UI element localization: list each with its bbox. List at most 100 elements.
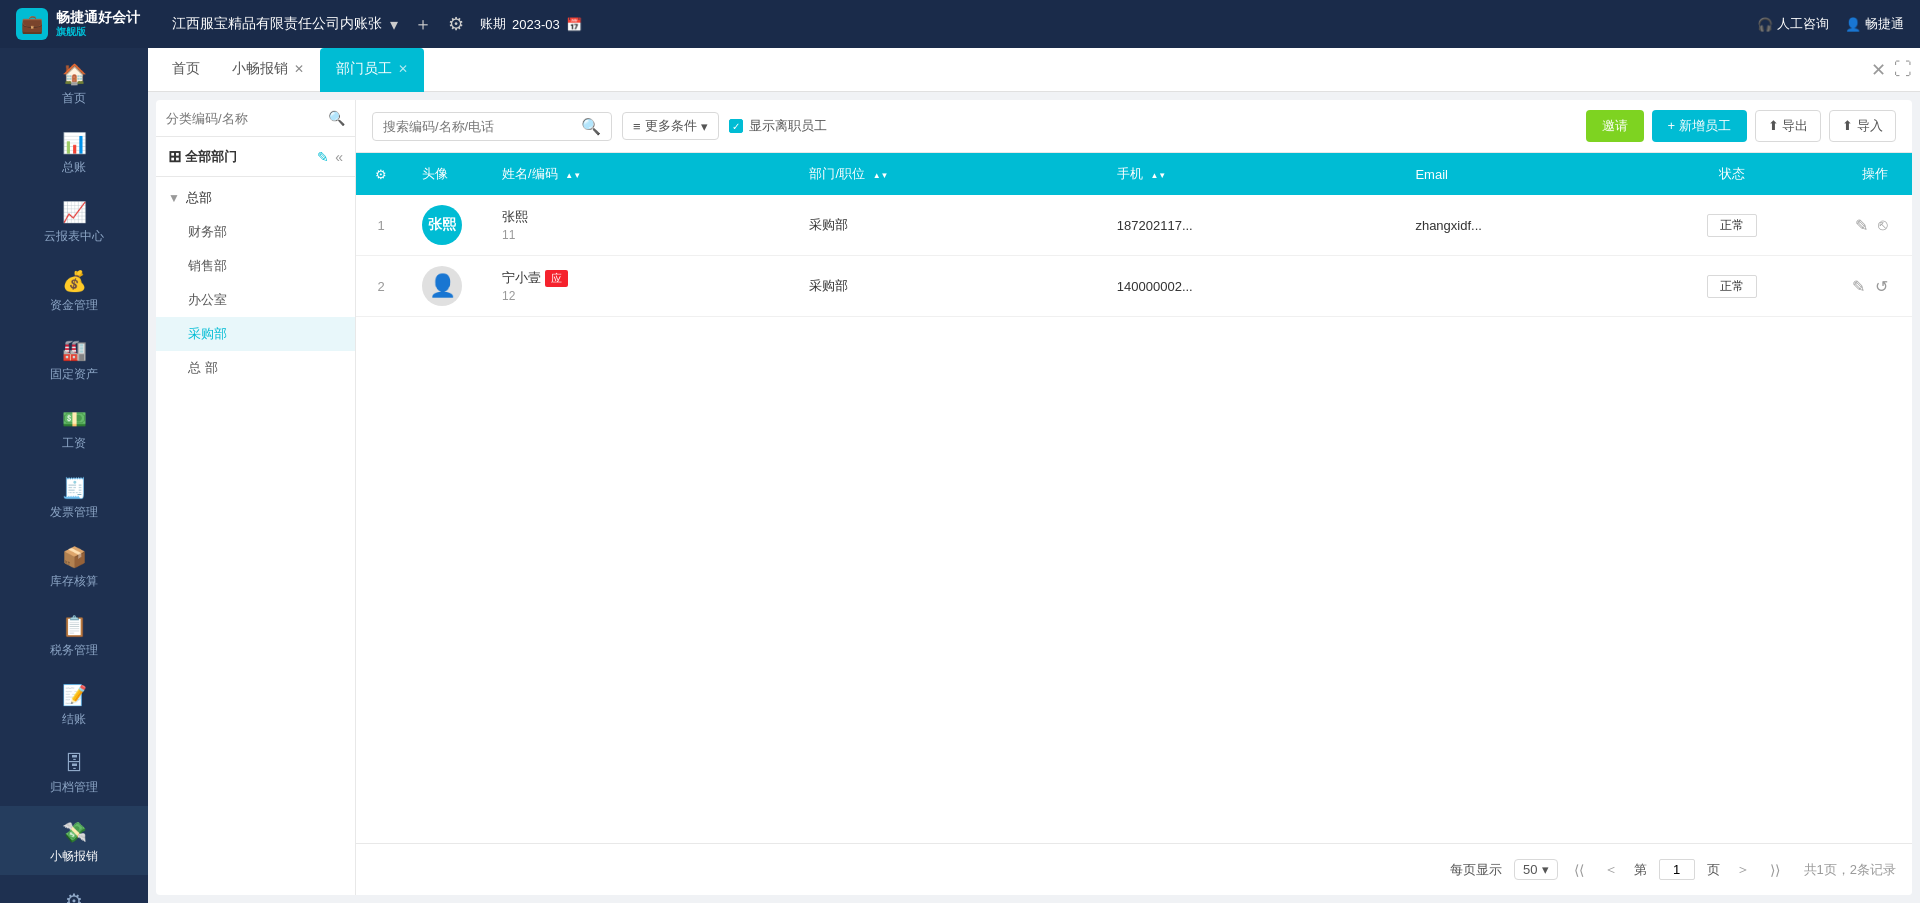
dept-row-finance[interactable]: 财务部 (156, 215, 355, 249)
logo-icon: 💼 (16, 8, 48, 40)
export-button[interactable]: ⬆ 导出 (1755, 110, 1822, 142)
row-status: 正常 (1672, 195, 1792, 256)
page-suffix: 页 (1707, 861, 1720, 879)
dept-edit-icon[interactable]: ✎ (317, 149, 329, 165)
tab-dept-staff-close[interactable]: ✕ (398, 62, 408, 76)
row-phone: 187202117... (1101, 195, 1400, 256)
tab-expense[interactable]: 小畅报销 ✕ (216, 48, 320, 92)
sidebar-item-tax[interactable]: 📋 税务管理 (0, 600, 148, 669)
employee-tag: 应 (545, 270, 568, 287)
sidebar-item-archive[interactable]: 🗄 归档管理 (0, 738, 148, 806)
dept-label-purchase: 采购部 (188, 325, 227, 343)
dept-label-general: 总 部 (188, 359, 218, 377)
table-row: 1张熙张熙11采购部187202117...zhangxidf...正常✎⎋ (356, 195, 1912, 256)
dept-label-sales: 销售部 (188, 257, 227, 275)
user-button[interactable]: 👤 畅捷通 (1845, 15, 1904, 33)
edit-employee-icon[interactable]: ✎ (1852, 277, 1865, 296)
sidebar-label-invoice: 发票管理 (50, 504, 98, 521)
employee-search-input[interactable] (383, 119, 575, 134)
settings-icon[interactable]: ⚙ (448, 13, 464, 35)
avatar: 👤 (422, 266, 462, 306)
company-name: 江西服宝精品有限责任公司内账张 (172, 15, 382, 33)
col-dept-role[interactable]: 部门/职位 ▲▼ (793, 153, 1100, 195)
expense-icon: 💸 (62, 820, 87, 844)
sort-phone-icon: ▲▼ (1150, 172, 1166, 180)
prev-page-button[interactable]: ＜ (1600, 859, 1622, 881)
company-dropdown-icon[interactable]: ▾ (390, 15, 398, 34)
sidebar-label-archive: 归档管理 (50, 779, 98, 796)
filter-label: 更多条件 (645, 117, 697, 135)
next-page-button[interactable]: ＞ (1732, 859, 1754, 881)
sidebar-item-funds[interactable]: 💰 资金管理 (0, 255, 148, 324)
status-badge: 正常 (1707, 214, 1757, 237)
sidebar-item-ledger[interactable]: 📊 总账 (0, 117, 148, 186)
app-title: 畅捷通好会计 (56, 9, 140, 26)
table-head: ⚙ 头像 姓名/编码 ▲▼ 部门/职位 ▲▼ (356, 153, 1912, 195)
edit-employee-icon[interactable]: ✎ (1855, 216, 1868, 235)
dept-row-hq[interactable]: ▼ 总部 (156, 181, 355, 215)
invite-button[interactable]: 邀请 (1586, 110, 1644, 142)
col-name-code[interactable]: 姓名/编码 ▲▼ (486, 153, 793, 195)
funds-icon: 💰 (62, 269, 87, 293)
sidebar-item-salary[interactable]: 💵 工资 (0, 393, 148, 462)
sidebar-item-settings[interactable]: ⚙ 基础设置 (0, 875, 148, 903)
tab-dept-staff[interactable]: 部门员工 ✕ (320, 48, 424, 92)
period-value: 2023-03 (512, 17, 560, 32)
calendar-icon[interactable]: 📅 (566, 17, 582, 32)
col-avatar: 头像 (406, 153, 486, 195)
import-button[interactable]: ⬆ 导入 (1829, 110, 1896, 142)
table-row: 2👤宁小壹应12采购部140000002...正常✎↺ (356, 256, 1912, 317)
status-badge: 正常 (1707, 275, 1757, 298)
dept-row-general[interactable]: 总 部 (156, 351, 355, 385)
sidebar-item-checkout[interactable]: 📝 结账 (0, 669, 148, 738)
sidebar-item-home[interactable]: 🏠 首页 (0, 48, 148, 117)
dept-node-hq: ▼ 总部 财务部 销售部 办公室 采购部 (156, 181, 355, 385)
first-page-button[interactable]: ⟨⟨ (1570, 860, 1588, 880)
sidebar-item-inventory[interactable]: 📦 库存核算 (0, 531, 148, 600)
service-button[interactable]: 🎧 人工咨询 (1757, 15, 1829, 33)
sidebar-label-expense: 小畅报销 (50, 848, 98, 865)
logout-employee-icon[interactable]: ⎋ (1878, 216, 1888, 235)
dept-search-icon[interactable]: 🔍 (328, 110, 345, 126)
per-page-select[interactable]: 50 ▾ (1514, 859, 1557, 880)
employee-toolbar: 🔍 ≡ 更多条件 ▾ ✓ 显示离职员工 邀请 (356, 100, 1912, 153)
dept-all-header: ⊞ 全部部门 ✎ « (156, 137, 355, 177)
dept-row-office[interactable]: 办公室 (156, 283, 355, 317)
add-tab-icon[interactable]: ＋ (414, 12, 432, 36)
sidebar-item-assets[interactable]: 🏭 固定资产 (0, 324, 148, 393)
dept-row-purchase[interactable]: 采购部 (156, 317, 355, 351)
employee-code: 11 (502, 228, 777, 242)
tab-home[interactable]: 首页 (156, 48, 216, 92)
row-avatar: 👤 (406, 256, 486, 317)
employee-table: ⚙ 头像 姓名/编码 ▲▼ 部门/职位 ▲▼ (356, 153, 1912, 843)
tab-expand-icon[interactable]: ⛶ (1894, 59, 1912, 81)
employee-data-table: ⚙ 头像 姓名/编码 ▲▼ 部门/职位 ▲▼ (356, 153, 1912, 317)
checkout-icon: 📝 (62, 683, 87, 707)
dept-row-sales[interactable]: 销售部 (156, 249, 355, 283)
col-phone[interactable]: 手机 ▲▼ (1101, 153, 1400, 195)
dept-label-finance: 财务部 (188, 223, 227, 241)
sidebar-item-invoice[interactable]: 🧾 发票管理 (0, 462, 148, 531)
dept-search-area: 🔍 (156, 100, 355, 137)
col-settings[interactable]: ⚙ (356, 153, 406, 195)
row-actions: ✎↺ (1792, 256, 1912, 317)
last-page-button[interactable]: ⟩⟩ (1766, 860, 1784, 880)
content-area: 首页 小畅报销 ✕ 部门员工 ✕ ✕ ⛶ 🔍 (148, 48, 1920, 903)
page-input[interactable] (1659, 859, 1695, 880)
show-resigned-checkbox-row[interactable]: ✓ 显示离职员工 (729, 117, 827, 135)
tab-expense-close[interactable]: ✕ (294, 62, 304, 76)
sidebar-item-reports[interactable]: 📈 云报表中心 (0, 186, 148, 255)
dept-search-input[interactable] (166, 111, 328, 126)
show-resigned-checkbox[interactable]: ✓ (729, 119, 743, 133)
add-employee-button[interactable]: + 新增员工 (1652, 110, 1747, 142)
app-logo: 💼 畅捷通好会计 旗舰版 (16, 8, 164, 40)
filter-button[interactable]: ≡ 更多条件 ▾ (622, 112, 719, 140)
sidebar-item-expense[interactable]: 💸 小畅报销 (0, 806, 148, 875)
period-label: 账期 (480, 15, 506, 33)
tab-close-all-icon[interactable]: ✕ (1871, 59, 1886, 81)
dept-panel: 🔍 ⊞ 全部部门 ✎ « ▼ 总部 (156, 100, 356, 895)
dept-collapse-icon[interactable]: « (335, 149, 343, 165)
delete-employee-icon[interactable]: ↺ (1875, 277, 1888, 296)
employee-search-icon[interactable]: 🔍 (581, 117, 601, 136)
table-body: 1张熙张熙11采购部187202117...zhangxidf...正常✎⎋2👤… (356, 195, 1912, 317)
